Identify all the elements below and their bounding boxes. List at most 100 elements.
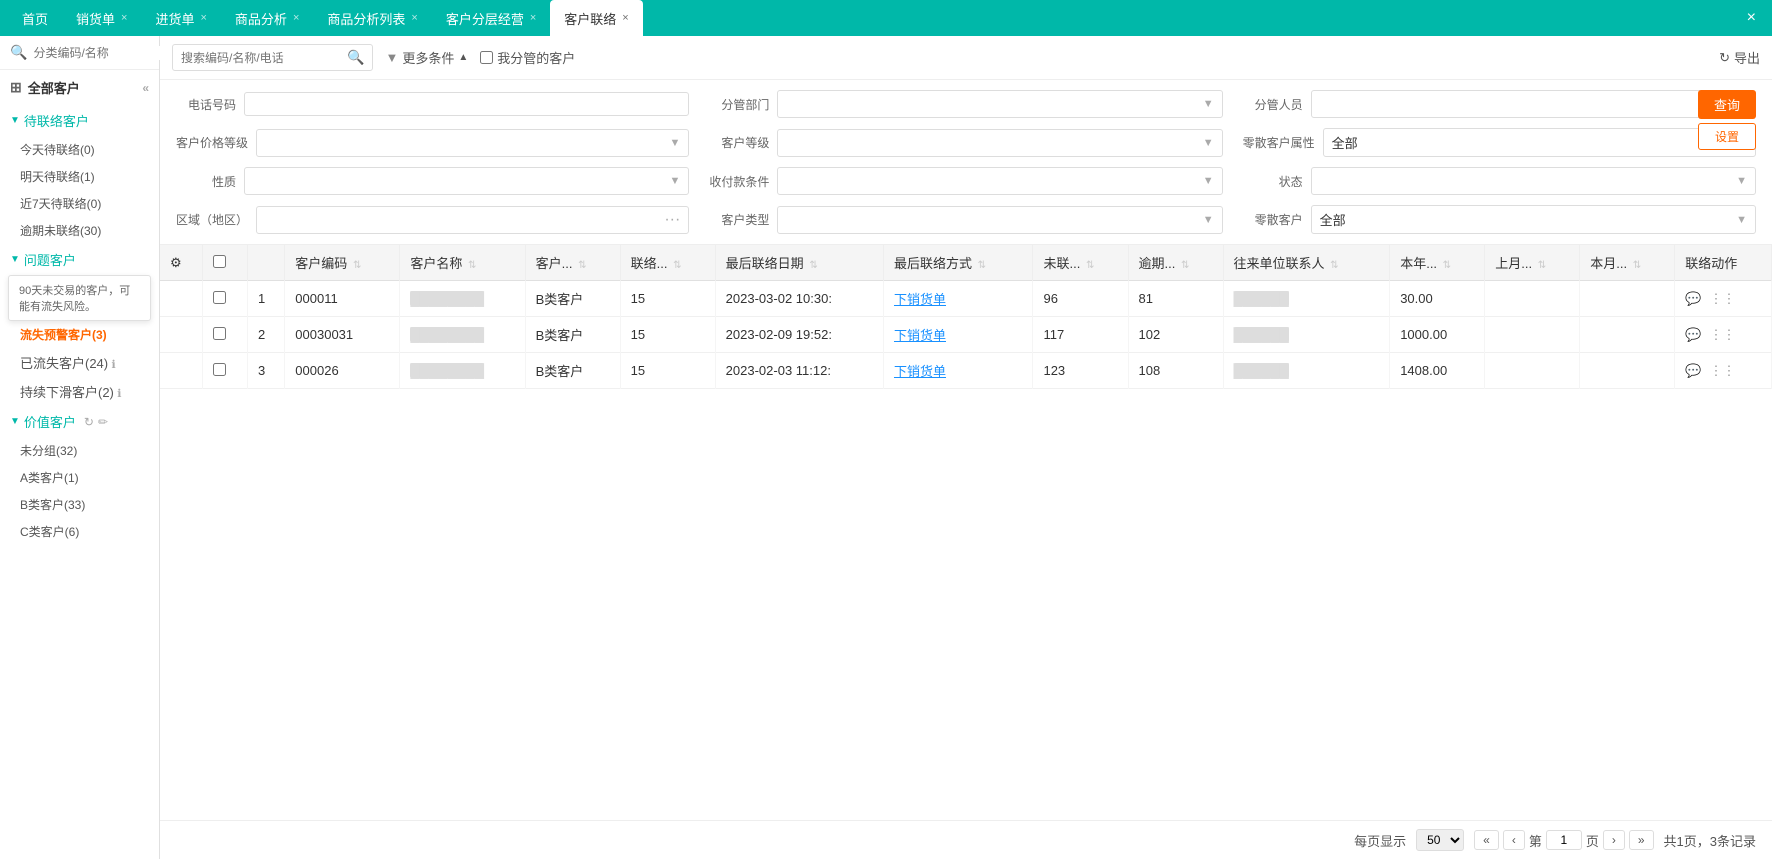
nav-tab-purchase[interactable]: 进货单 × <box>141 0 220 36</box>
zero-customer-select[interactable]: 全部 ▼ <box>1311 205 1756 234</box>
close-sales-tab[interactable]: × <box>121 12 127 24</box>
sidebar-item-already-lost[interactable]: 已流失客户(24) ℹ <box>0 348 159 377</box>
nav-tab-analysis-list[interactable]: 商品分析列表 × <box>313 0 431 36</box>
zero-attr-select[interactable]: 全部 ▼ <box>1323 128 1756 157</box>
row-grade: B类客户 <box>525 317 620 353</box>
chat-action-icon[interactable]: 💬 <box>1685 363 1701 379</box>
dept-select[interactable]: ▼ <box>777 90 1222 118</box>
col-partner-contact[interactable]: 往来单位联系人 ⇅ <box>1223 245 1390 281</box>
region-select[interactable]: ··· <box>256 206 689 234</box>
price-grade-select[interactable]: ▼ <box>256 129 689 157</box>
select-all-checkbox[interactable] <box>213 255 226 268</box>
first-page-button[interactable]: « <box>1474 830 1499 850</box>
nav-tab-home[interactable]: 首页 <box>8 0 62 36</box>
person-select[interactable] <box>1311 90 1728 118</box>
col-last-contact-date[interactable]: 最后联络日期 ⇅ <box>715 245 883 281</box>
export-button[interactable]: ↻ 导出 <box>1719 48 1760 67</box>
last-contact-way-link[interactable]: 下销货单 <box>894 364 946 379</box>
main-search-icon[interactable]: 🔍 <box>347 49 364 66</box>
refresh-icon[interactable]: ↻ <box>84 415 94 429</box>
chat-action-icon[interactable]: 💬 <box>1685 291 1701 307</box>
settings-button[interactable]: 设置 <box>1698 123 1756 150</box>
query-button[interactable]: 查询 <box>1698 90 1756 119</box>
col-contact[interactable]: 联络... ⇅ <box>620 245 715 281</box>
sidebar-section-problem[interactable]: ▼ 问题客户 <box>0 244 159 275</box>
sidebar-item-downtrend[interactable]: 持续下滑客户(2) ℹ <box>0 377 159 406</box>
page-number-input[interactable] <box>1546 830 1582 850</box>
nav-tab-customer-contact[interactable]: 客户联络 × <box>550 0 642 36</box>
row-last-contact-date: 2023-03-02 10:30: <box>715 281 883 317</box>
col-this-month[interactable]: 本月... ⇅ <box>1580 245 1675 281</box>
close-all-button[interactable]: × <box>1739 9 1764 27</box>
col-this-year[interactable]: 本年... ⇅ <box>1390 245 1485 281</box>
close-analysis-tab[interactable]: × <box>293 12 299 24</box>
code-sort-icon: ⇅ <box>353 260 361 271</box>
customer-grade-chevron-icon: ▼ <box>1203 137 1214 149</box>
nav-tab-sales[interactable]: 销货单 × <box>62 0 141 36</box>
content-area: 🔍 ▼ 更多条件 ▲ 我分管的客户 ↻ 导出 电话号码 <box>160 36 1772 859</box>
row-checkbox-cell[interactable] <box>203 317 248 353</box>
last-contact-way-link[interactable]: 下销货单 <box>894 292 946 307</box>
col-code[interactable]: 客户编码 ⇅ <box>285 245 400 281</box>
more-action-icon[interactable]: ⋮⋮ <box>1709 291 1735 307</box>
sidebar-item-c-class[interactable]: C类客户(6) <box>0 518 159 545</box>
sidebar-section-value[interactable]: ▼ 价值客户 ↻ ✏ <box>0 406 159 437</box>
sidebar-item-7days[interactable]: 近7天待联络(0) <box>0 190 159 217</box>
sidebar-item-b-class[interactable]: B类客户(33) <box>0 491 159 518</box>
grade-sort-icon: ⇅ <box>578 260 586 271</box>
col-last-month[interactable]: 上月... ⇅ <box>1485 245 1580 281</box>
col-settings[interactable]: ⚙ <box>160 245 203 281</box>
more-filter-button[interactable]: ▼ 更多条件 ▲ <box>385 48 468 67</box>
close-analysis-list-tab[interactable]: × <box>411 12 417 24</box>
main-search-wrap[interactable]: 🔍 <box>172 44 373 71</box>
all-customers-header[interactable]: ⊞ 全部客户 « <box>0 70 159 105</box>
status-select[interactable]: ▼ <box>1311 167 1756 195</box>
row-checkbox-2[interactable] <box>213 363 226 376</box>
action-buttons: 查询 设置 <box>1698 90 1756 150</box>
row-checkbox-1[interactable] <box>213 327 226 340</box>
last-page-button[interactable]: » <box>1629 830 1654 850</box>
nav-tab-customer-segment[interactable]: 客户分层经营 × <box>432 0 550 36</box>
row-checkbox-cell[interactable] <box>203 281 248 317</box>
payment-select[interactable]: ▼ <box>777 167 1222 195</box>
col-not-contacted[interactable]: 未联... ⇅ <box>1033 245 1128 281</box>
sidebar-item-a-class[interactable]: A类客户(1) <box>0 464 159 491</box>
phone-input[interactable] <box>244 92 689 116</box>
customer-type-select[interactable]: ▼ <box>777 206 1222 234</box>
col-grade[interactable]: 客户... ⇅ <box>525 245 620 281</box>
row-checkbox-cell[interactable] <box>203 353 248 389</box>
row-checkbox-0[interactable] <box>213 291 226 304</box>
nav-tab-analysis[interactable]: 商品分析 × <box>221 0 313 36</box>
col-last-contact-way[interactable]: 最后联络方式 ⇅ <box>883 245 1032 281</box>
customer-grade-select[interactable]: ▼ <box>777 129 1222 157</box>
col-checkbox[interactable] <box>203 245 248 281</box>
more-action-icon[interactable]: ⋮⋮ <box>1709 363 1735 379</box>
sidebar-item-today[interactable]: 今天待联络(0) <box>0 136 159 163</box>
region-dots-icon[interactable]: ··· <box>664 211 680 229</box>
close-purchase-tab[interactable]: × <box>200 12 206 24</box>
chat-action-icon[interactable]: 💬 <box>1685 327 1701 343</box>
more-action-icon[interactable]: ⋮⋮ <box>1709 327 1735 343</box>
collapse-icon[interactable]: « <box>142 81 149 95</box>
sidebar-item-tomorrow[interactable]: 明天待联络(1) <box>0 163 159 190</box>
col-overdue[interactable]: 逾期... ⇅ <box>1128 245 1223 281</box>
sidebar-section-pending[interactable]: ▼ 待联络客户 <box>0 105 159 136</box>
sidebar-item-unclassified[interactable]: 未分组(32) <box>0 437 159 464</box>
prev-page-button[interactable]: ‹ <box>1503 830 1525 850</box>
sidebar-item-overdue[interactable]: 逾期未联络(30) <box>0 217 159 244</box>
sidebar-item-lost-predicted[interactable]: 流失预警客户(3) <box>0 321 159 348</box>
my-customer-checkbox-wrap[interactable]: 我分管的客户 <box>480 48 575 67</box>
close-customer-contact-tab[interactable]: × <box>622 12 628 24</box>
nature-select[interactable]: ▼ <box>244 167 689 195</box>
edit-icon[interactable]: ✏ <box>98 415 108 429</box>
next-page-button[interactable]: › <box>1603 830 1625 850</box>
per-page-select[interactable]: 50 <box>1416 829 1464 851</box>
col-name[interactable]: 客户名称 ⇅ <box>400 245 525 281</box>
date-sort-icon: ⇅ <box>809 260 817 271</box>
main-search-input[interactable] <box>181 51 341 65</box>
my-customer-checkbox[interactable] <box>480 51 493 64</box>
row-settings-cell <box>160 353 203 389</box>
close-customer-segment-tab[interactable]: × <box>530 12 536 24</box>
zero-customer-label: 零散客户 <box>1243 211 1303 228</box>
last-contact-way-link[interactable]: 下销货单 <box>894 328 946 343</box>
